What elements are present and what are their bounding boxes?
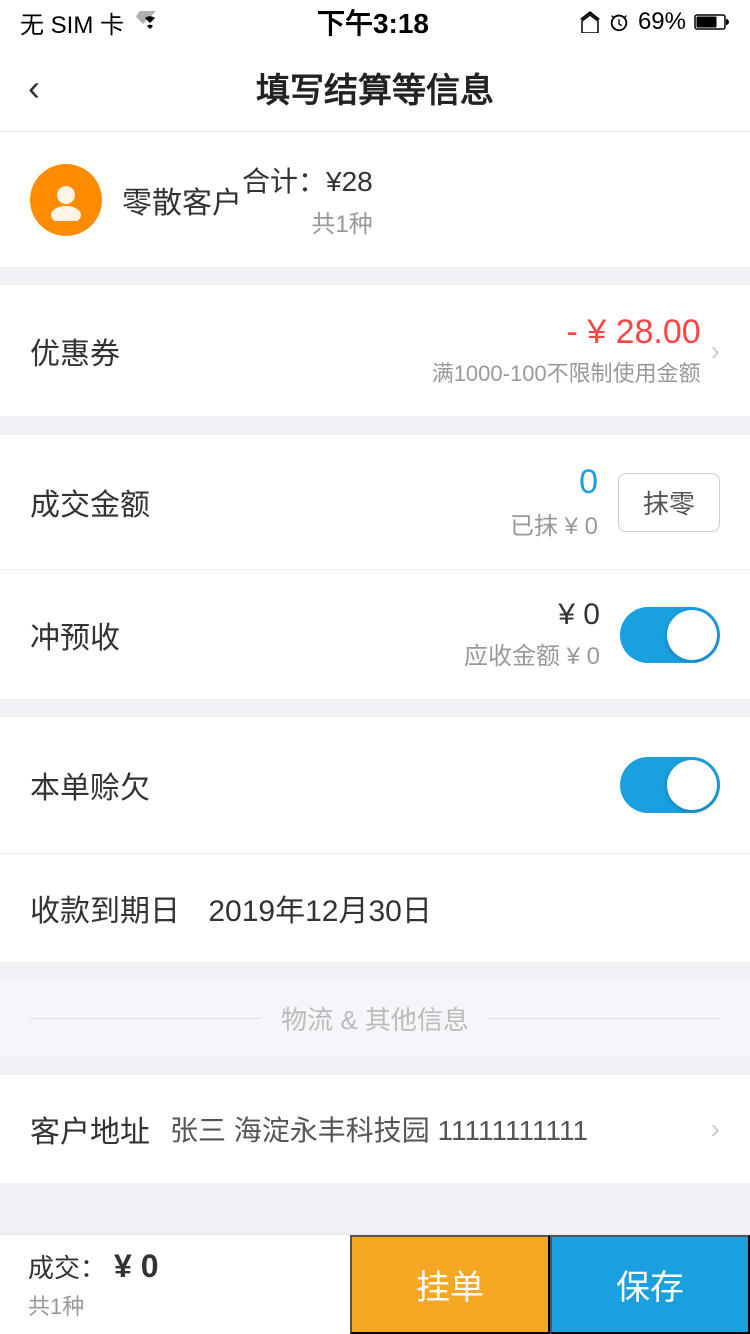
amount-col: 0 已抹 ¥ 0 bbox=[510, 463, 598, 541]
bottom-deal-label: 成交： bbox=[28, 1248, 106, 1285]
status-right: 69% bbox=[580, 8, 730, 36]
bottom-deal-amount: ¥ 0 bbox=[114, 1248, 158, 1285]
logistics-divider: 物流 & 其他信息 bbox=[0, 980, 750, 1057]
hold-button[interactable]: 挂单 bbox=[350, 1235, 550, 1334]
bottom-deal-line: 成交： ¥ 0 bbox=[28, 1248, 322, 1285]
due-date-value: 2019年12月30日 bbox=[208, 895, 431, 928]
debt-section: 本单赊欠 收款到期日 2019年12月30日 bbox=[0, 717, 750, 962]
divider-line-left bbox=[30, 1018, 261, 1019]
sim-status: 无 SIM 卡 bbox=[20, 5, 124, 40]
bottom-count: 共1种 bbox=[28, 1289, 322, 1321]
battery-icon bbox=[694, 13, 730, 31]
address-row[interactable]: 客户地址 张三 海淀永丰科技园 11111111111 › bbox=[0, 1075, 750, 1183]
total-count: 共1种 bbox=[242, 204, 373, 239]
alarm-icon bbox=[608, 11, 630, 33]
debt-row: 本单赊欠 bbox=[0, 717, 750, 853]
coupon-right[interactable]: - ¥ 28.00 满1000-100不限制使用金额 › bbox=[432, 313, 720, 388]
status-bar: 无 SIM 卡 下午3:18 69% bbox=[0, 0, 750, 44]
address-chevron-right-icon: › bbox=[711, 1113, 720, 1145]
advance-main-amount: ¥ 0 bbox=[464, 598, 600, 632]
address-value: 张三 海淀永丰科技园 11111111111 bbox=[170, 1109, 711, 1149]
battery-percent: 69% bbox=[638, 8, 686, 36]
erase-button[interactable]: 抹零 bbox=[618, 473, 720, 532]
due-date-label: 收款到期日 bbox=[30, 895, 180, 928]
customer-avatar bbox=[30, 164, 102, 236]
coupon-chevron-right-icon: › bbox=[711, 335, 720, 367]
advance-label: 冲预收 bbox=[30, 613, 120, 657]
save-button[interactable]: 保存 bbox=[550, 1235, 750, 1334]
coupon-row[interactable]: 优惠券 - ¥ 28.00 满1000-100不限制使用金额 › bbox=[0, 285, 750, 417]
logistics-label: 物流 & 其他信息 bbox=[281, 1000, 469, 1037]
customer-section: 零散客户 合计：¥28 共1种 bbox=[0, 132, 750, 267]
nav-bar: ‹ 填写结算等信息 bbox=[0, 44, 750, 132]
bottom-bar: 成交： ¥ 0 共1种 挂单 保存 bbox=[0, 1234, 750, 1334]
coupon-label: 优惠券 bbox=[30, 329, 120, 373]
bottom-info: 成交： ¥ 0 共1种 bbox=[0, 1235, 350, 1334]
debt-toggle[interactable] bbox=[620, 757, 720, 813]
advance-right: ¥ 0 应收金额 ¥ 0 bbox=[464, 598, 720, 671]
coupon-info: - ¥ 28.00 满1000-100不限制使用金额 bbox=[432, 313, 701, 388]
customer-name: 零散客户 bbox=[122, 178, 242, 222]
transaction-amount-row: 成交金额 0 已抹 ¥ 0 抹零 bbox=[0, 435, 750, 570]
coupon-section[interactable]: 优惠券 - ¥ 28.00 满1000-100不限制使用金额 › bbox=[0, 285, 750, 417]
customer-total: 合计：¥28 共1种 bbox=[242, 160, 373, 239]
due-date-row: 收款到期日 2019年12月30日 bbox=[0, 853, 750, 962]
coupon-description: 满1000-100不限制使用金额 bbox=[432, 356, 701, 388]
advance-sub-amount: 应收金额 ¥ 0 bbox=[464, 636, 600, 671]
divider-line-right bbox=[489, 1018, 720, 1019]
coupon-discount: - ¥ 28.00 bbox=[432, 313, 701, 352]
wifi-icon bbox=[134, 11, 166, 33]
status-left: 无 SIM 卡 bbox=[20, 5, 166, 40]
status-time: 下午3:18 bbox=[317, 2, 429, 42]
advance-toggle[interactable] bbox=[620, 607, 720, 663]
transaction-amount-right: 0 已抹 ¥ 0 抹零 bbox=[510, 463, 720, 541]
page-title: 填写结算等信息 bbox=[256, 63, 494, 112]
erased-amount: 已抹 ¥ 0 bbox=[510, 506, 598, 541]
location-icon bbox=[580, 11, 600, 33]
transaction-amount-value: 0 bbox=[510, 463, 598, 502]
address-section[interactable]: 客户地址 张三 海淀永丰科技园 11111111111 › bbox=[0, 1075, 750, 1183]
back-button[interactable]: ‹ bbox=[28, 67, 40, 109]
advance-amounts: ¥ 0 应收金额 ¥ 0 bbox=[464, 598, 600, 671]
advance-row: 冲预收 ¥ 0 应收金额 ¥ 0 bbox=[0, 570, 750, 699]
address-label: 客户地址 bbox=[30, 1107, 150, 1151]
total-amount: 合计：¥28 bbox=[242, 160, 373, 200]
transaction-amount-label: 成交金额 bbox=[30, 480, 150, 524]
debt-label: 本单赊欠 bbox=[30, 763, 150, 807]
amount-section: 成交金额 0 已抹 ¥ 0 抹零 冲预收 ¥ 0 应收金额 ¥ 0 bbox=[0, 435, 750, 699]
